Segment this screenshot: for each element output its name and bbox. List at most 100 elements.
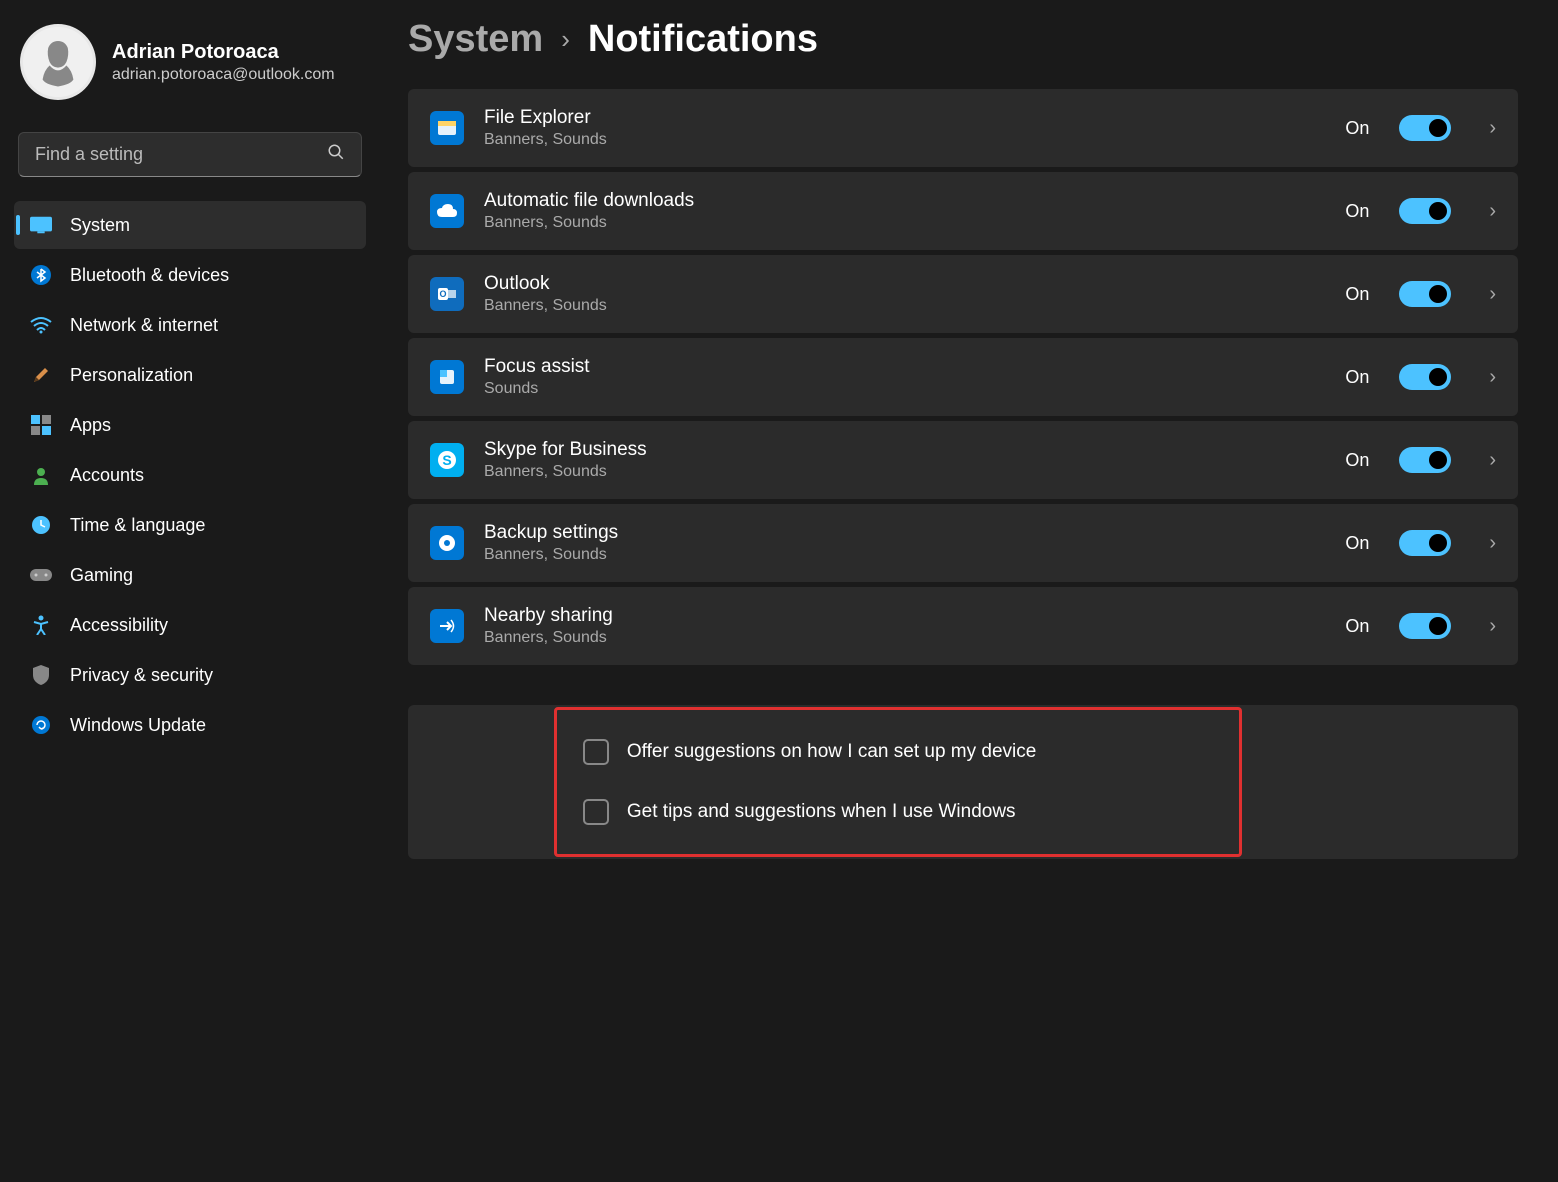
sidebar-item-system[interactable]: System <box>14 201 366 249</box>
app-title: Focus assist <box>484 356 1325 378</box>
app-title: File Explorer <box>484 107 1325 129</box>
app-subtitle: Banners, Sounds <box>484 297 1325 315</box>
sidebar-item-label: Network & internet <box>70 315 218 336</box>
user-info: Adrian Potoroaca adrian.potoroaca@outloo… <box>112 41 335 84</box>
chevron-right-icon[interactable]: › <box>1489 449 1496 472</box>
app-subtitle: Banners, Sounds <box>484 546 1325 564</box>
sidebar-item-label: Accounts <box>70 465 144 486</box>
svg-text:S: S <box>442 452 451 468</box>
toggle-switch[interactable] <box>1399 447 1451 473</box>
focus-assist-icon <box>430 360 464 394</box>
person-icon <box>30 464 52 486</box>
sidebar-item-label: Accessibility <box>70 615 168 636</box>
app-title: Backup settings <box>484 522 1325 544</box>
search-icon <box>327 143 345 166</box>
file-explorer-icon <box>430 111 464 145</box>
chevron-right-icon[interactable]: › <box>1489 532 1496 555</box>
checkbox[interactable] <box>583 799 609 825</box>
search-input[interactable] <box>35 144 327 165</box>
toggle-switch[interactable] <box>1399 364 1451 390</box>
sidebar-item-label: System <box>70 215 130 236</box>
checkbox-label: Offer suggestions on how I can set up my… <box>627 741 1036 763</box>
sidebar-item-label: Gaming <box>70 565 133 586</box>
highlight-annotation: Offer suggestions on how I can set up my… <box>554 707 1242 857</box>
avatar <box>20 24 96 100</box>
chevron-right-icon[interactable]: › <box>1489 283 1496 306</box>
app-title: Automatic file downloads <box>484 190 1325 212</box>
search-box[interactable] <box>18 132 362 177</box>
app-row-nearby-sharing[interactable]: Nearby sharing Banners, Sounds On › <box>408 587 1518 665</box>
toggle-switch[interactable] <box>1399 115 1451 141</box>
additional-settings-section: Offer suggestions on how I can set up my… <box>408 705 1518 859</box>
sidebar-item-accessibility[interactable]: Accessibility <box>14 601 366 649</box>
sidebar-item-label: Apps <box>70 415 111 436</box>
system-icon <box>30 214 52 236</box>
main-content: System › Notifications File Explorer Ban… <box>380 0 1558 1182</box>
app-row-skype[interactable]: S Skype for Business Banners, Sounds On … <box>408 421 1518 499</box>
checkbox[interactable] <box>583 739 609 765</box>
chevron-right-icon[interactable]: › <box>1489 366 1496 389</box>
brush-icon <box>30 364 52 386</box>
app-title: Outlook <box>484 273 1325 295</box>
checkbox-label: Get tips and suggestions when I use Wind… <box>627 801 1016 823</box>
app-row-file-explorer[interactable]: File Explorer Banners, Sounds On › <box>408 89 1518 167</box>
user-email: adrian.potoroaca@outlook.com <box>112 66 335 84</box>
sidebar-item-label: Personalization <box>70 365 193 386</box>
breadcrumb-parent[interactable]: System <box>408 18 543 61</box>
sidebar-item-bluetooth[interactable]: Bluetooth & devices <box>14 251 366 299</box>
user-name: Adrian Potoroaca <box>112 41 335 64</box>
sidebar-item-accounts[interactable]: Accounts <box>14 451 366 499</box>
toggle-switch[interactable] <box>1399 530 1451 556</box>
toggle-switch[interactable] <box>1399 613 1451 639</box>
toggle-switch[interactable] <box>1399 281 1451 307</box>
checkbox-row-tips[interactable]: Get tips and suggestions when I use Wind… <box>577 782 1219 842</box>
sidebar-item-privacy[interactable]: Privacy & security <box>14 651 366 699</box>
wifi-icon <box>30 314 52 336</box>
chevron-right-icon[interactable]: › <box>1489 615 1496 638</box>
breadcrumb-current: Notifications <box>588 18 818 61</box>
sidebar-item-windows-update[interactable]: Windows Update <box>14 701 366 749</box>
svg-text:O: O <box>439 289 446 299</box>
sidebar-item-time-language[interactable]: Time & language <box>14 501 366 549</box>
notification-apps-list: File Explorer Banners, Sounds On › Autom… <box>408 89 1518 665</box>
app-title: Skype for Business <box>484 439 1325 461</box>
share-icon <box>430 609 464 643</box>
sidebar: Adrian Potoroaca adrian.potoroaca@outloo… <box>0 0 380 1182</box>
app-subtitle: Banners, Sounds <box>484 463 1325 481</box>
toggle-switch[interactable] <box>1399 198 1451 224</box>
chevron-right-icon[interactable]: › <box>1489 117 1496 140</box>
bluetooth-icon <box>30 264 52 286</box>
sidebar-item-apps[interactable]: Apps <box>14 401 366 449</box>
app-subtitle: Sounds <box>484 380 1325 398</box>
app-subtitle: Banners, Sounds <box>484 131 1325 149</box>
outlook-icon: O <box>430 277 464 311</box>
update-icon <box>30 714 52 736</box>
sidebar-item-personalization[interactable]: Personalization <box>14 351 366 399</box>
shield-icon <box>30 664 52 686</box>
sidebar-item-label: Windows Update <box>70 715 206 736</box>
sidebar-item-label: Time & language <box>70 515 205 536</box>
user-section[interactable]: Adrian Potoroaca adrian.potoroaca@outloo… <box>12 16 368 120</box>
clock-icon <box>30 514 52 536</box>
checkbox-row-setup-suggestions[interactable]: Offer suggestions on how I can set up my… <box>577 722 1219 782</box>
gamepad-icon <box>30 564 52 586</box>
toggle-status: On <box>1345 616 1369 637</box>
toggle-status: On <box>1345 450 1369 471</box>
sidebar-item-label: Privacy & security <box>70 665 213 686</box>
sidebar-item-network[interactable]: Network & internet <box>14 301 366 349</box>
toggle-status: On <box>1345 201 1369 222</box>
app-row-backup[interactable]: Backup settings Banners, Sounds On › <box>408 504 1518 582</box>
sidebar-item-label: Bluetooth & devices <box>70 265 229 286</box>
cloud-icon <box>430 194 464 228</box>
app-row-outlook[interactable]: O Outlook Banners, Sounds On › <box>408 255 1518 333</box>
toggle-status: On <box>1345 118 1369 139</box>
avatar-silhouette-icon <box>23 27 93 97</box>
chevron-right-icon[interactable]: › <box>1489 200 1496 223</box>
app-row-focus-assist[interactable]: Focus assist Sounds On › <box>408 338 1518 416</box>
toggle-status: On <box>1345 533 1369 554</box>
sidebar-item-gaming[interactable]: Gaming <box>14 551 366 599</box>
nav-list: System Bluetooth & devices Network & int… <box>12 201 368 749</box>
app-row-auto-downloads[interactable]: Automatic file downloads Banners, Sounds… <box>408 172 1518 250</box>
breadcrumb: System › Notifications <box>408 18 1518 61</box>
backup-icon <box>430 526 464 560</box>
